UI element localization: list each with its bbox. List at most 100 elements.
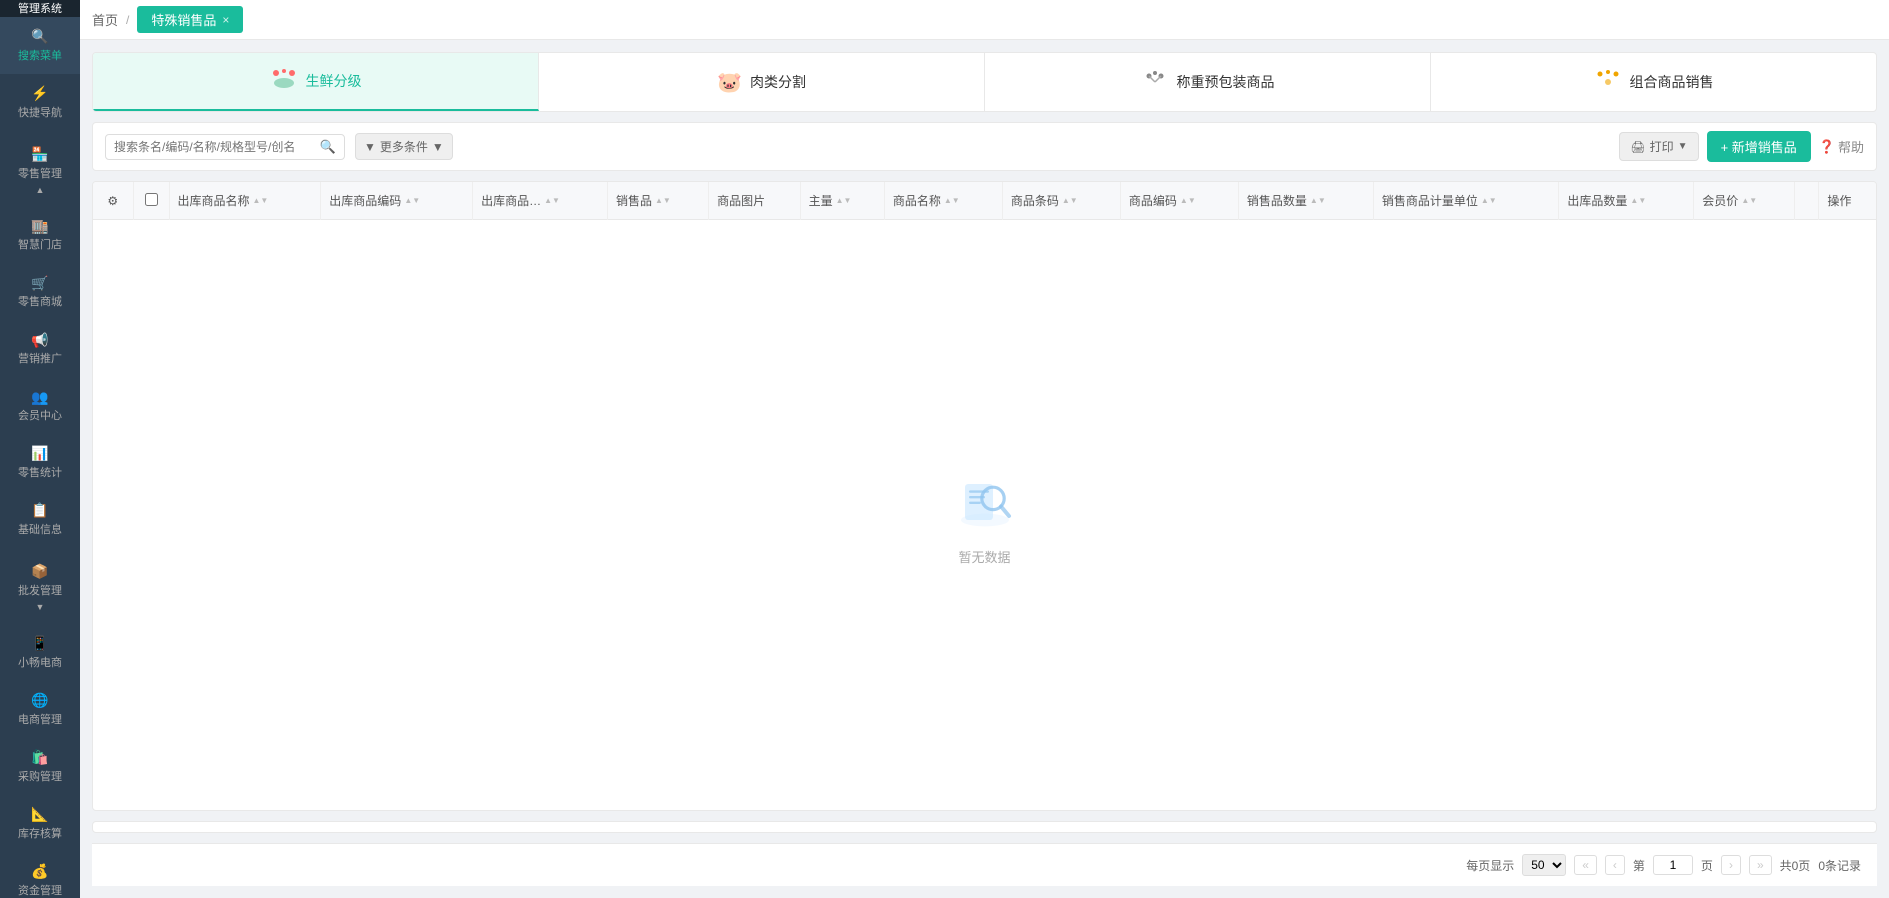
main-content: 首页 / 特殊销售品 × 生鲜分级 (80, 0, 1889, 898)
sort-out-spec[interactable]: ▲▼ (544, 197, 560, 205)
category-tabs: 生鲜分级 🐷 肉类分割 称重预包装商品 (92, 52, 1877, 112)
col-sales-unit[interactable]: 销售商品计量单位 ▲▼ (1373, 182, 1559, 220)
sidebar: 管理系统 🔍 搜索菜单 ⚡ 快捷导航 🏪 零售管理 ▲ 🏬 智慧门店 🛒 零售商… (0, 0, 80, 898)
combo-tab-label: 组合商品销售 (1630, 72, 1714, 92)
meat-tab-label: 肉类分割 (750, 72, 806, 92)
weigh-svg-icon (1141, 68, 1169, 90)
sort-sales-item[interactable]: ▲▼ (655, 197, 671, 205)
col-barcode[interactable]: 商品条码 ▲▼ (1002, 182, 1120, 220)
sort-out-name[interactable]: ▲▼ (253, 197, 269, 205)
help-icon: ❓ (1819, 139, 1835, 155)
sidebar-item-mini-ecom[interactable]: 📱 小畅电商 (0, 624, 80, 681)
sidebar-item-retail-mall[interactable]: 🛒 零售商城 (0, 264, 80, 321)
combo-tab-icon (1594, 68, 1622, 96)
col-goods-code[interactable]: 商品编码 ▲▼ (1120, 182, 1238, 220)
page-label: 页 (1701, 857, 1713, 874)
col-out-qty[interactable]: 出库品数量 ▲▼ (1559, 182, 1694, 220)
h-scrollbar-wrap (92, 821, 1877, 833)
sidebar-item-inventory[interactable]: 📐 库存核算 (0, 795, 80, 852)
breadcrumb-separator: / (126, 13, 129, 27)
wholesale-arrow: ▼ (36, 601, 45, 614)
sort-sales-unit[interactable]: ▲▼ (1481, 197, 1497, 205)
page-input[interactable] (1653, 855, 1693, 875)
search-input[interactable] (114, 140, 314, 154)
active-tab[interactable]: 特殊销售品 × (137, 6, 243, 33)
sidebar-item-sales-promo[interactable]: 📢 营销推广 (0, 321, 80, 378)
sidebar-item-finance[interactable]: 💰 资金管理 (0, 852, 80, 898)
sort-member-price[interactable]: ▲▼ (1741, 197, 1757, 205)
sidebar-item-smart-store[interactable]: 🏬 智慧门店 (0, 207, 80, 264)
sort-weight[interactable]: ▲▼ (836, 197, 852, 205)
col-spacer (1795, 182, 1819, 220)
sidebar-item-purchase[interactable]: 🛍️ 采购管理 (0, 738, 80, 795)
sidebar-item-quick[interactable]: ⚡ 快捷导航 (0, 74, 80, 131)
tab-meat[interactable]: 🐷 肉类分割 (539, 53, 985, 111)
search-icon-btn[interactable]: 🔍 (320, 139, 336, 155)
sidebar-item-retail-stats[interactable]: 📊 零售统计 (0, 434, 80, 491)
new-product-button[interactable]: + 新增销售品 (1707, 131, 1811, 162)
col-sales-item[interactable]: 销售品 ▲▼ (608, 182, 709, 220)
search-icon: 🔍 (31, 27, 48, 47)
print-button[interactable]: 🖨 打印 ▼ (1619, 132, 1698, 161)
quick-icon: ⚡ (31, 84, 48, 104)
sidebar-item-ecom-mgmt[interactable]: 🌐 电商管理 (0, 681, 80, 738)
purchase-icon: 🛍️ (31, 748, 48, 768)
col-action: 操作 (1819, 182, 1876, 220)
sidebar-item-basic-info[interactable]: 📋 基础信息 (0, 491, 80, 548)
weigh-tab-icon (1141, 68, 1169, 96)
gear-icon[interactable]: ⚙ (107, 194, 118, 208)
per-page-select[interactable]: 50 (1522, 854, 1566, 876)
col-out-name[interactable]: 出库商品名称 ▲▼ (169, 182, 321, 220)
basic-info-icon: 📋 (31, 501, 48, 521)
retail-mall-icon: 🛒 (31, 274, 48, 294)
col-image: 商品图片 (709, 182, 801, 220)
tab-weigh[interactable]: 称重预包装商品 (985, 53, 1431, 111)
ecom-mgmt-icon: 🌐 (31, 691, 48, 711)
sidebar-item-member[interactable]: 👥 会员中心 (0, 378, 80, 435)
next-page-button[interactable]: › (1721, 855, 1741, 875)
tab-combo[interactable]: 组合商品销售 (1431, 53, 1876, 111)
promo-icon: 📢 (31, 331, 48, 351)
home-link[interactable]: 首页 (92, 10, 118, 29)
retail-arrow: ▲ (36, 184, 45, 197)
col-gear[interactable]: ⚙ (93, 182, 133, 220)
last-page-button[interactable]: » (1749, 855, 1772, 875)
inventory-icon: 📐 (31, 805, 48, 825)
sort-sales-qty[interactable]: ▲▼ (1310, 197, 1326, 205)
sort-goods-code[interactable]: ▲▼ (1180, 197, 1196, 205)
page-label-pre: 第 (1633, 857, 1645, 874)
stats-icon: 📊 (31, 444, 48, 464)
col-goods-name[interactable]: 商品名称 ▲▼ (884, 182, 1002, 220)
tab-fresh[interactable]: 生鲜分级 (93, 53, 539, 111)
search-box: 🔍 (105, 134, 345, 160)
help-button[interactable]: ❓ 帮助 (1819, 137, 1864, 156)
col-out-code[interactable]: 出库商品编码 ▲▼ (321, 182, 473, 220)
sort-barcode[interactable]: ▲▼ (1062, 197, 1078, 205)
print-arrow-icon: ▼ (1678, 141, 1688, 152)
tab-close-icon[interactable]: × (222, 13, 229, 27)
sidebar-item-retail[interactable]: 🏪 零售管理 ▲ (0, 135, 80, 207)
select-all-checkbox[interactable] (145, 193, 158, 206)
sidebar-item-wholesale[interactable]: 📦 批发管理 ▼ (0, 552, 80, 624)
sort-out-code[interactable]: ▲▼ (404, 197, 420, 205)
col-out-spec[interactable]: 出库商品… ▲▼ (473, 182, 608, 220)
col-sales-qty[interactable]: 销售品数量 ▲▼ (1238, 182, 1373, 220)
print-icon: 🖨 (1630, 140, 1645, 154)
h-scrollbar[interactable] (105, 822, 1864, 832)
mini-ecom-icon: 📱 (31, 634, 48, 654)
col-member-price[interactable]: 会员价 ▲▼ (1694, 182, 1795, 220)
col-check[interactable] (133, 182, 169, 220)
filter-button[interactable]: ▼ 更多条件 ▼ (355, 133, 453, 160)
sidebar-item-search[interactable]: 🔍 搜索菜单 (0, 17, 80, 74)
h-scroll-inner (105, 822, 1864, 823)
col-weight[interactable]: 主量 ▲▼ (800, 182, 884, 220)
wholesale-icon: 📦 (31, 562, 48, 582)
sort-out-qty[interactable]: ▲▼ (1630, 197, 1646, 205)
member-icon: 👥 (31, 388, 48, 408)
empty-text: 暂无数据 (958, 547, 1010, 566)
sort-goods-name[interactable]: ▲▼ (944, 197, 960, 205)
empty-state-icon (945, 465, 1025, 535)
total-records: 0条记录 (1818, 857, 1861, 874)
prev-page-button[interactable]: ‹ (1605, 855, 1625, 875)
first-page-button[interactable]: « (1574, 855, 1597, 875)
